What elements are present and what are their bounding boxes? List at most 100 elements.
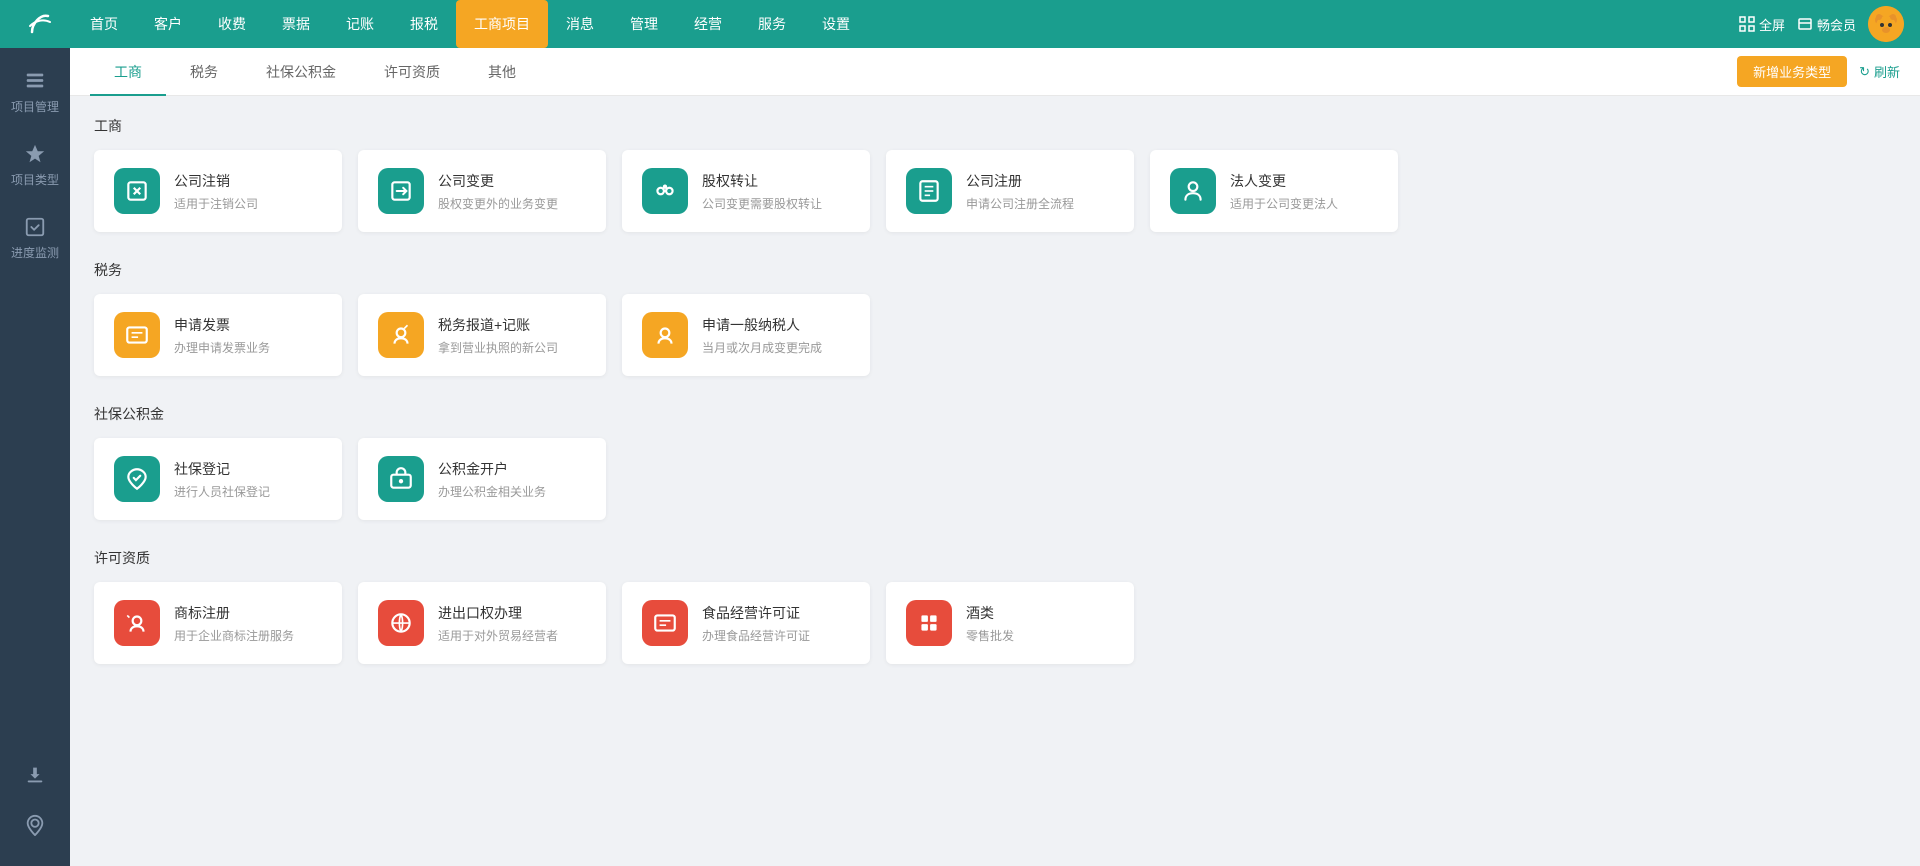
nav-fee[interactable]: 收费 (200, 0, 264, 48)
card-desc-food-license: 办理食品经营许可证 (702, 627, 850, 644)
card-title-tax-report: 税务报道+记账 (438, 315, 586, 335)
card-desc-company-register: 申请公司注册全流程 (966, 195, 1114, 212)
nav-ticket[interactable]: 票据 (264, 0, 328, 48)
shebao-cards: 社保登记 进行人员社保登记 公积金开户 办理公积金相关业务 (94, 438, 1896, 520)
avatar[interactable] (1868, 6, 1904, 42)
sidebar-location[interactable] (0, 800, 70, 850)
card-alcohol[interactable]: 酒类 零售批发 (886, 582, 1134, 664)
card-info-social-insurance: 社保登记 进行人员社保登记 (174, 459, 322, 500)
card-food-license[interactable]: 食品经营许可证 办理食品经营许可证 (622, 582, 870, 664)
nav-home[interactable]: 首页 (72, 0, 136, 48)
fullscreen-button[interactable]: 全屏 (1739, 15, 1785, 34)
nav-message[interactable]: 消息 (548, 0, 612, 48)
nav-settings[interactable]: 设置 (804, 0, 868, 48)
card-desc-import-export: 适用于对外贸易经营者 (438, 627, 586, 644)
new-type-button[interactable]: 新增业务类型 (1737, 56, 1847, 87)
card-icon-equity-transfer (642, 168, 688, 214)
card-icon-general-taxpayer (642, 312, 688, 358)
card-info-company-change: 公司变更 股权变更外的业务变更 (438, 171, 586, 212)
card-info-import-export: 进出口权办理 适用于对外贸易经营者 (438, 603, 586, 644)
card-provident-fund[interactable]: 公积金开户 办理公积金相关业务 (358, 438, 606, 520)
card-general-taxpayer[interactable]: 申请一般纳税人 当月或次月成变更完成 (622, 294, 870, 376)
tabs-bar: 工商 税务 社保公积金 许可资质 其他 新增业务类型 ↻ 刷新 (70, 48, 1920, 96)
card-info-alcohol: 酒类 零售批发 (966, 603, 1114, 644)
card-icon-company-change (378, 168, 424, 214)
sidebar-item-project-manage[interactable]: 项目管理 (0, 56, 70, 129)
card-company-change[interactable]: 公司变更 股权变更外的业务变更 (358, 150, 606, 232)
card-info-general-taxpayer: 申请一般纳税人 当月或次月成变更完成 (702, 315, 850, 356)
card-equity-transfer[interactable]: 股权转让 公司变更需要股权转让 (622, 150, 870, 232)
card-info-tax-report: 税务报道+记账 拿到营业执照的新公司 (438, 315, 586, 356)
scroll-content[interactable]: 工商 公司注销 适用于注销公司 公司变更 (70, 96, 1920, 866)
tabs-right: 新增业务类型 ↻ 刷新 (1737, 56, 1900, 87)
card-social-insurance[interactable]: 社保登记 进行人员社保登记 (94, 438, 342, 520)
nav-bizproject[interactable]: 工商项目 (456, 0, 548, 48)
card-desc-general-taxpayer: 当月或次月成变更完成 (702, 339, 850, 356)
card-icon-alcohol (906, 600, 952, 646)
card-invoice[interactable]: 申请发票 办理申请发票业务 (94, 294, 342, 376)
sidebar-label-progress-monitor: 进度监测 (11, 244, 59, 261)
nav-customer[interactable]: 客户 (136, 0, 200, 48)
card-title-alcohol: 酒类 (966, 603, 1114, 623)
section-title-gongshang: 工商 (94, 116, 1896, 136)
content-area: 工商 税务 社保公积金 许可资质 其他 新增业务类型 ↻ 刷新 工商 (70, 48, 1920, 866)
member-button[interactable]: 畅会员 (1797, 15, 1856, 34)
main-layout: 项目管理 项目类型 进度监测 工商 税务 社保公积金 许可资质 其他 (0, 48, 1920, 866)
member-label: 畅会员 (1817, 15, 1856, 34)
card-import-export[interactable]: 进出口权办理 适用于对外贸易经营者 (358, 582, 606, 664)
card-company-cancel[interactable]: 公司注销 适用于注销公司 (94, 150, 342, 232)
nav-service[interactable]: 服务 (740, 0, 804, 48)
sidebar-download[interactable] (0, 750, 70, 800)
card-desc-trademark: 用于企业商标注册服务 (174, 627, 322, 644)
card-icon-trademark (114, 600, 160, 646)
sidebar-bottom (0, 750, 70, 866)
card-icon-import-export (378, 600, 424, 646)
sidebar-label-project-manage: 项目管理 (11, 98, 59, 115)
logo (16, 0, 64, 48)
tab-other[interactable]: 其他 (464, 48, 540, 96)
sidebar: 项目管理 项目类型 进度监测 (0, 48, 70, 866)
card-company-register[interactable]: 公司注册 申请公司注册全流程 (886, 150, 1134, 232)
tab-xuke[interactable]: 许可资质 (360, 48, 464, 96)
card-title-company-change: 公司变更 (438, 171, 586, 191)
sidebar-item-project-type[interactable]: 项目类型 (0, 129, 70, 202)
card-desc-company-change: 股权变更外的业务变更 (438, 195, 586, 212)
refresh-button[interactable]: ↻ 刷新 (1859, 62, 1900, 81)
tab-gongshang[interactable]: 工商 (90, 48, 166, 96)
card-title-general-taxpayer: 申请一般纳税人 (702, 315, 850, 335)
tab-shuiwu[interactable]: 税务 (166, 48, 242, 96)
card-icon-legal-change (1170, 168, 1216, 214)
card-title-import-export: 进出口权办理 (438, 603, 586, 623)
card-desc-tax-report: 拿到营业执照的新公司 (438, 339, 586, 356)
refresh-label: 刷新 (1874, 62, 1900, 81)
top-navigation: 首页 客户 收费 票据 记账 报税 工商项目 消息 管理 经营 服务 设置 全屏… (0, 0, 1920, 48)
xuke-cards: 商标注册 用于企业商标注册服务 进出口权办理 适用于对外贸易经营者 (94, 582, 1896, 664)
nav-tax[interactable]: 报税 (392, 0, 456, 48)
sidebar-label-project-type: 项目类型 (11, 171, 59, 188)
nav-operation[interactable]: 经营 (676, 0, 740, 48)
card-title-invoice: 申请发票 (174, 315, 322, 335)
section-title-shebao: 社保公积金 (94, 404, 1896, 424)
card-trademark[interactable]: 商标注册 用于企业商标注册服务 (94, 582, 342, 664)
card-info-food-license: 食品经营许可证 办理食品经营许可证 (702, 603, 850, 644)
tab-shebao[interactable]: 社保公积金 (242, 48, 360, 96)
sidebar-item-progress-monitor[interactable]: 进度监测 (0, 202, 70, 275)
card-desc-invoice: 办理申请发票业务 (174, 339, 322, 356)
gongshang-cards: 公司注销 适用于注销公司 公司变更 股权变更外的业务变更 (94, 150, 1896, 232)
card-title-company-register: 公司注册 (966, 171, 1114, 191)
card-desc-social-insurance: 进行人员社保登记 (174, 483, 322, 500)
card-info-legal-change: 法人变更 适用于公司变更法人 (1230, 171, 1378, 212)
card-title-equity-transfer: 股权转让 (702, 171, 850, 191)
card-legal-change[interactable]: 法人变更 适用于公司变更法人 (1150, 150, 1398, 232)
card-desc-legal-change: 适用于公司变更法人 (1230, 195, 1378, 212)
nav-bookkeeping[interactable]: 记账 (328, 0, 392, 48)
section-title-xuke: 许可资质 (94, 548, 1896, 568)
card-desc-provident-fund: 办理公积金相关业务 (438, 483, 586, 500)
section-title-shuiwu: 税务 (94, 260, 1896, 280)
card-info-company-register: 公司注册 申请公司注册全流程 (966, 171, 1114, 212)
card-tax-report[interactable]: 税务报道+记账 拿到营业执照的新公司 (358, 294, 606, 376)
card-icon-company-cancel (114, 168, 160, 214)
card-title-provident-fund: 公积金开户 (438, 459, 586, 479)
card-info-trademark: 商标注册 用于企业商标注册服务 (174, 603, 322, 644)
nav-manage[interactable]: 管理 (612, 0, 676, 48)
